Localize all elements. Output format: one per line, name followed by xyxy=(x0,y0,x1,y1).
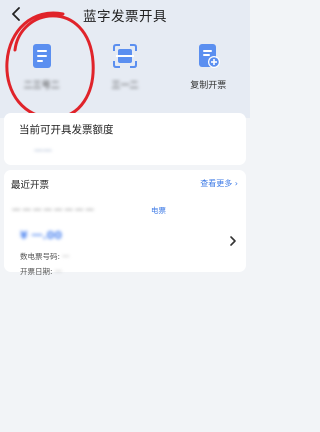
quick-action-copy-invoice[interactable]: 复制开票 xyxy=(167,40,250,96)
invoice-type-tag: 电票 xyxy=(151,206,166,215)
invoice-date-value: 一 xyxy=(54,267,63,276)
scan-icon xyxy=(112,43,138,69)
quota-card: 当前可开具发票额度 一一 xyxy=(4,113,246,165)
quick-action-label: 三一二 xyxy=(111,81,139,91)
invoice-number-value: 一 xyxy=(62,252,70,261)
invoice-date-label: 开票日期: xyxy=(20,267,53,276)
recent-title: 最近开票 xyxy=(11,180,50,191)
buyer-name: 一一一一一一一一 xyxy=(12,206,97,216)
invoice-document-icon xyxy=(29,43,55,69)
chevron-right-icon[interactable] xyxy=(228,233,238,247)
page-title: 蓝字发票开具 xyxy=(83,9,167,25)
quick-actions: 二三号二 三一二 复制开票 xyxy=(0,40,250,96)
recent-invoices-card: 最近开票 查看更多 › 一一一一一一一一 电票 ¥ 一.00 数电票号码: 一 开… xyxy=(4,170,246,276)
invoice-amount: ¥ 一.00 xyxy=(20,229,62,242)
see-more-link[interactable]: 查看更多 › xyxy=(200,178,238,189)
quota-title: 当前可开具发票额度 xyxy=(19,124,114,136)
copy-invoice-icon xyxy=(195,43,221,69)
invoice-number-row: 数电票号码: 一 xyxy=(20,251,70,262)
invoice-date-row: 开票日期: 一 xyxy=(20,266,62,277)
quick-action-invoice[interactable]: 二三号二 xyxy=(0,40,83,96)
quick-action-label: 复制开票 xyxy=(190,81,227,91)
quick-action-label: 二三号二 xyxy=(23,81,60,91)
quota-value: 一一 xyxy=(34,147,53,157)
invoice-number-label: 数电票号码: xyxy=(20,252,61,261)
top-bar: 蓝字发票开具 xyxy=(0,0,250,30)
quick-action-scan[interactable]: 三一二 xyxy=(83,40,166,96)
